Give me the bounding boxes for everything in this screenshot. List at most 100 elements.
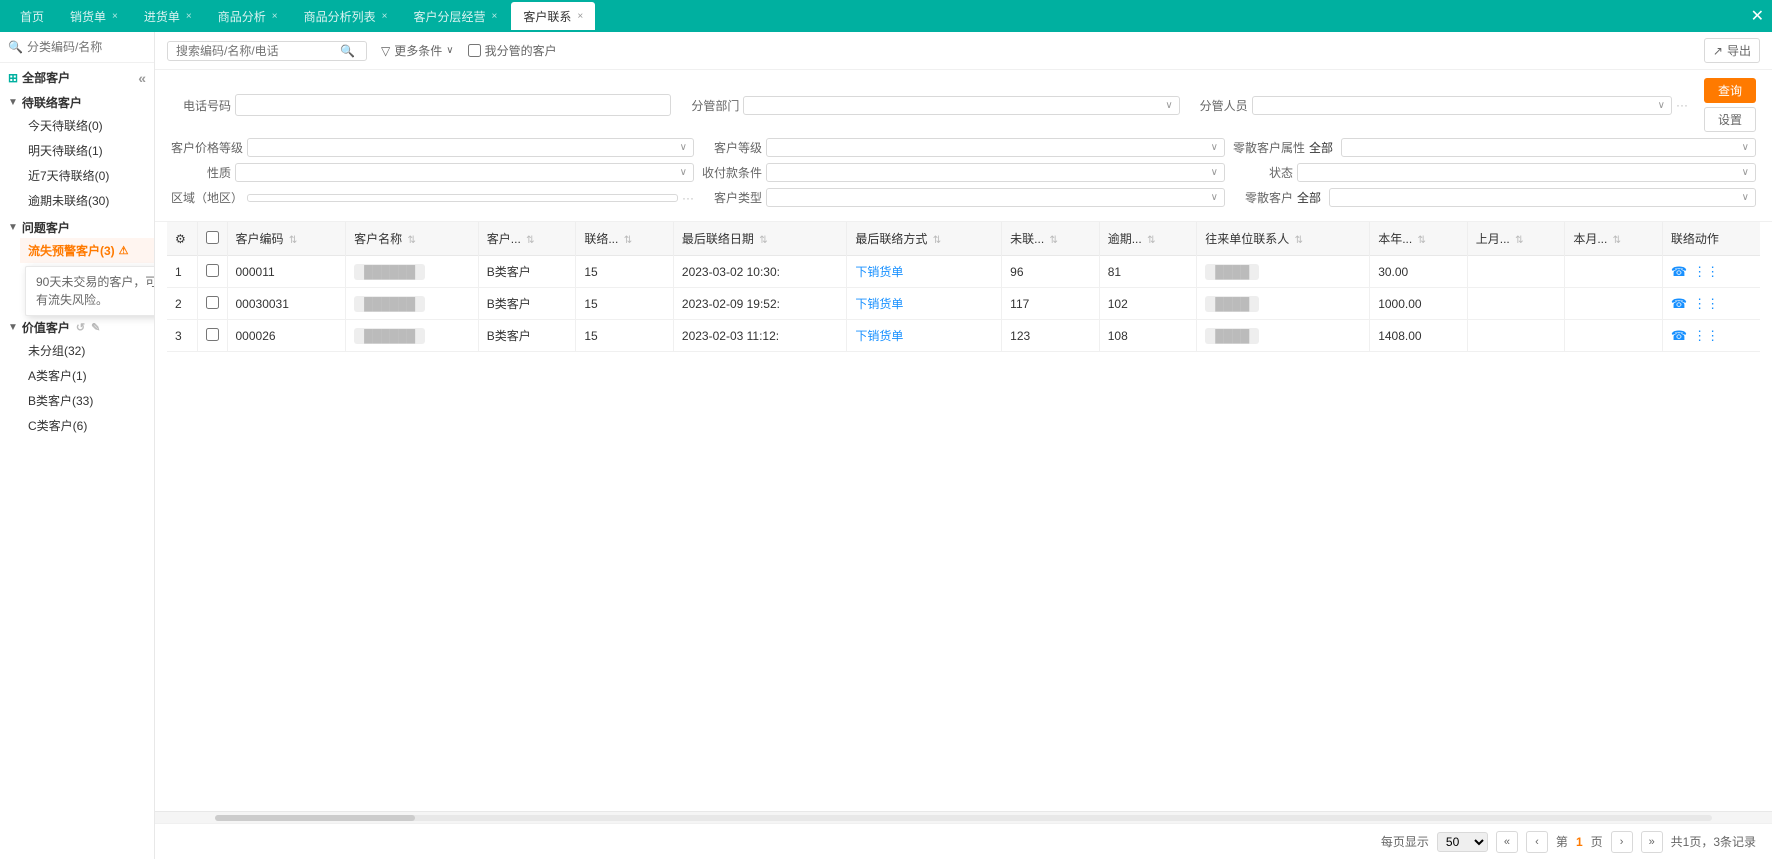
last-method-link[interactable]: 下销货单 <box>855 329 903 343</box>
sidebar-item-ungroup-label: 未分组(32) <box>28 342 85 359</box>
sort-icon-person[interactable]: ⇅ <box>1295 235 1303 246</box>
phone-input[interactable] <box>235 94 671 116</box>
cell-overdue: 81 <box>1099 256 1197 288</box>
tab-customer-layer[interactable]: 客户分层经营 × <box>401 2 509 30</box>
grade-chevron: ∨ <box>1211 142 1218 153</box>
tab-analysis-list[interactable]: 商品分析列表 × <box>292 2 400 30</box>
tab-analysis-close[interactable]: × <box>272 11 278 22</box>
cell-last-method[interactable]: 下销货单 <box>847 320 1002 352</box>
settings-icon[interactable]: ⚙ <box>175 232 186 246</box>
sidebar-item-7days[interactable]: 近7天待联络(0) <box>20 163 154 188</box>
sidebar-search-input[interactable] <box>27 40 155 54</box>
sort-icon-last-month[interactable]: ⇅ <box>1515 235 1523 246</box>
tab-sales-close[interactable]: × <box>112 11 118 22</box>
per-page-select[interactable]: 50 20 100 <box>1437 832 1488 852</box>
sort-icon-no-contact[interactable]: ⇅ <box>1050 235 1058 246</box>
tab-purchase[interactable]: 进货单 × <box>132 2 204 30</box>
grade-select[interactable]: ∨ <box>766 138 1225 157</box>
sidebar-item-churn-warning[interactable]: 流失预警客户(3) ⚠ <box>20 238 154 263</box>
cell-checkbox[interactable] <box>197 320 227 352</box>
status-select[interactable]: ∨ <box>1297 163 1756 182</box>
zero-cust-select[interactable]: ∨ <box>1329 188 1756 207</box>
top-tab-bar: 首页 销货单 × 进货单 × 商品分析 × 商品分析列表 × 客户分层经营 × … <box>0 0 1772 32</box>
payment-select[interactable]: ∨ <box>766 163 1225 182</box>
sort-icon-code[interactable]: ⇅ <box>289 235 297 246</box>
sidebar-item-c-class[interactable]: C类客户(6) <box>20 413 154 438</box>
edit-icon[interactable]: ✎ <box>91 321 100 334</box>
sort-icon-name[interactable]: ⇅ <box>408 235 416 246</box>
last-method-link[interactable]: 下销货单 <box>855 297 903 311</box>
sort-icon-overdue[interactable]: ⇅ <box>1147 235 1155 246</box>
sidebar-item-ungroup[interactable]: 未分组(32) <box>20 338 154 363</box>
page-first-btn[interactable]: « <box>1496 831 1518 853</box>
window-close-icon[interactable]: ✕ <box>1751 6 1764 26</box>
my-customers-checkbox[interactable] <box>468 44 481 57</box>
contact-icon[interactable]: ☎ <box>1671 264 1687 280</box>
dept-select[interactable]: ∨ <box>743 96 1179 115</box>
cell-last-method[interactable]: 下销货单 <box>847 288 1002 320</box>
tab-customer-layer-close[interactable]: × <box>491 11 497 22</box>
search-icon[interactable]: 🔍 <box>340 44 355 58</box>
collapse-icon[interactable]: « <box>138 70 146 86</box>
cell-category: B类客户 <box>478 320 576 352</box>
sidebar-all-customers[interactable]: ⊞ 全部客户 « <box>0 63 154 88</box>
select-all-checkbox[interactable] <box>206 231 219 244</box>
tab-customer-contact-close[interactable]: × <box>577 11 583 22</box>
page-prev-btn[interactable]: ‹ <box>1526 831 1548 853</box>
tab-analysis-list-close[interactable]: × <box>382 11 388 22</box>
refresh-icon[interactable]: ↺ <box>76 321 85 334</box>
region-select[interactable] <box>247 194 678 202</box>
gender-select[interactable]: ∨ <box>235 163 694 182</box>
sort-icon-method[interactable]: ⇅ <box>933 235 941 246</box>
cell-action: ☎ ⋮⋮ <box>1662 288 1760 320</box>
tab-analysis[interactable]: 商品分析 × <box>206 2 290 30</box>
contact-icon[interactable]: ☎ <box>1671 296 1687 312</box>
sort-icon-this-year[interactable]: ⇅ <box>1418 235 1426 246</box>
more-action-icon[interactable]: ⋮⋮ <box>1693 296 1719 312</box>
filter-row-4: 区域（地区） ··· 客户类型 ∨ 零散客户 全部 <box>171 188 1756 207</box>
sort-icon-this-month[interactable]: ⇅ <box>1613 235 1621 246</box>
region-dots[interactable]: ··· <box>682 191 694 205</box>
horizontal-scrollbar[interactable] <box>155 811 1772 823</box>
sidebar-section-value[interactable]: ▼ 价值客户 ↺ ✎ <box>0 313 154 338</box>
tab-customer-layer-label: 客户分层经营 <box>413 8 485 25</box>
manager-select[interactable]: ∨ <box>1252 96 1672 115</box>
th-checkbox[interactable] <box>197 222 227 256</box>
cell-checkbox[interactable] <box>197 288 227 320</box>
sort-icon-contact[interactable]: ⇅ <box>624 235 632 246</box>
sort-icon-category[interactable]: ⇅ <box>526 235 534 246</box>
scrollbar-thumb[interactable] <box>215 815 415 821</box>
tab-analysis-list-label: 商品分析列表 <box>304 8 376 25</box>
sidebar-item-overdue[interactable]: 逾期未联络(30) <box>20 188 154 213</box>
sidebar-item-tomorrow[interactable]: 明天待联络(1) <box>20 138 154 163</box>
search-input[interactable] <box>176 44 336 58</box>
tab-sales[interactable]: 销货单 × <box>58 2 130 30</box>
zero-attr-select[interactable]: ∨ <box>1341 138 1756 157</box>
contact-icon[interactable]: ☎ <box>1671 328 1687 344</box>
tab-customer-contact[interactable]: 客户联系 × <box>511 2 595 30</box>
more-conditions-btn[interactable]: ▽ 更多条件 ∨ <box>375 39 460 62</box>
sort-icon-date[interactable]: ⇅ <box>759 235 767 246</box>
sidebar-section-problem[interactable]: ▼ 问题客户 <box>0 213 154 238</box>
settings-button[interactable]: 设置 <box>1704 107 1756 132</box>
th-settings[interactable]: ⚙ <box>167 222 197 256</box>
sidebar-item-b-class[interactable]: B类客户(33) <box>20 388 154 413</box>
tab-purchase-close[interactable]: × <box>186 11 192 22</box>
customer-type-select[interactable]: ∨ <box>766 188 1225 207</box>
page-next-btn[interactable]: › <box>1611 831 1633 853</box>
query-button[interactable]: 查询 <box>1704 78 1756 103</box>
page-last-btn[interactable]: » <box>1641 831 1663 853</box>
manager-dots[interactable]: ··· <box>1676 98 1688 112</box>
last-method-link[interactable]: 下销货单 <box>855 265 903 279</box>
more-action-icon[interactable]: ⋮⋮ <box>1693 264 1719 280</box>
cell-last-method[interactable]: 下销货单 <box>847 256 1002 288</box>
tab-home[interactable]: 首页 <box>8 2 56 30</box>
export-btn[interactable]: ↗ 导出 <box>1704 38 1760 63</box>
more-action-icon[interactable]: ⋮⋮ <box>1693 328 1719 344</box>
cell-checkbox[interactable] <box>197 256 227 288</box>
sidebar-item-today[interactable]: 今天待联络(0) <box>20 113 154 138</box>
sidebar-section-pending[interactable]: ▼ 待联络客户 <box>0 88 154 113</box>
tab-home-label: 首页 <box>20 8 44 25</box>
price-grade-select[interactable]: ∨ <box>247 138 694 157</box>
sidebar-item-a-class[interactable]: A类客户(1) <box>20 363 154 388</box>
